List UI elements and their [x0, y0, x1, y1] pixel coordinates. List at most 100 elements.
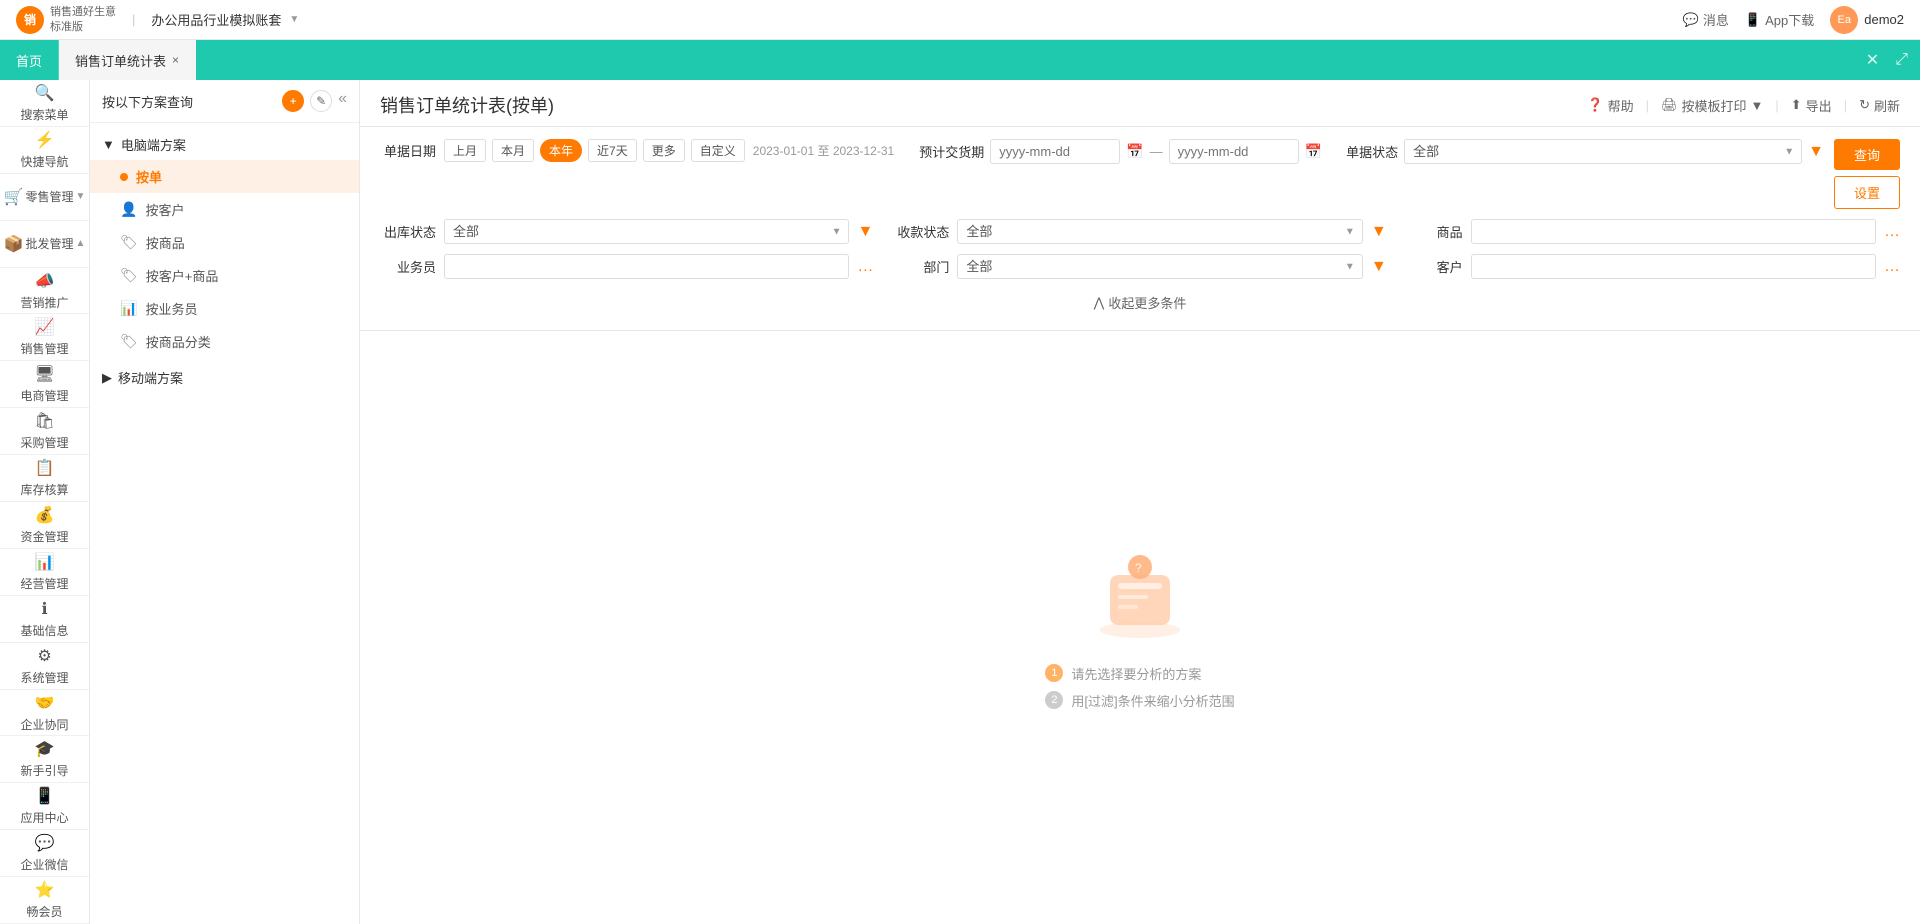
template-print-button[interactable]: 🖨 按模板打印 ▼ [1661, 96, 1763, 115]
app-download-icon: 📱 [1745, 12, 1761, 28]
sidebar-item-wholesale[interactable]: 📦 批发管理 ▲ [0, 221, 89, 268]
delivery-status-label: 出库状态 [380, 222, 436, 241]
tree-item-by-product-category[interactable]: 🏷 按商品分类 [90, 325, 359, 358]
custom-date-btn[interactable]: 自定义 [691, 139, 745, 162]
product-more-dots[interactable]: … [1884, 223, 1900, 241]
sidebar-item-app-center[interactable]: 📱 应用中心 [0, 783, 89, 830]
user-area[interactable]: Ea demo2 [1830, 6, 1904, 34]
salesman-chart-icon: 📊 [120, 300, 137, 317]
status-more-icon[interactable]: ▼ [1808, 143, 1824, 161]
tab-home[interactable]: 首页 [0, 40, 59, 80]
nav-tabs: 首页 销售订单统计表 × ✕ ⤢ [0, 40, 1920, 80]
last7days-btn[interactable]: 近7天 [588, 139, 637, 162]
delivery-status-dropdown-icon[interactable]: ▼ [857, 223, 873, 241]
empty-svg: ? [1080, 545, 1200, 645]
member-icon: ⭐ [35, 880, 55, 900]
customer-input[interactable] [1471, 254, 1876, 279]
top-bar-left: 销 销售通好生意 标准版 | 办公用品行业模拟账套 ▼ [16, 5, 299, 34]
left-panel-actions: + ✎ « [282, 90, 347, 112]
window-close-icon[interactable]: ✕ [1862, 46, 1883, 74]
payment-status-select[interactable]: 全部 未收款 部分收款 已收款 [957, 219, 1362, 244]
this-month-btn[interactable]: 本月 [492, 139, 534, 162]
action-buttons: 查询 设置 [1834, 139, 1900, 209]
app-title-dropdown-icon[interactable]: ▼ [289, 14, 299, 25]
tab-close-icon[interactable]: × [172, 53, 179, 67]
message-icon: 💬 [1683, 12, 1699, 28]
calendar-start-icon[interactable]: 📅 [1126, 143, 1143, 160]
status-select[interactable]: 全部 待审核 已审核 已关闭 [1404, 139, 1802, 164]
settings-button[interactable]: 设置 [1834, 176, 1900, 209]
print-icon: 🖨 [1661, 97, 1678, 113]
sidebar-item-system[interactable]: ⚙ 系统管理 [0, 643, 89, 690]
sidebar-item-quick-nav[interactable]: ⚡ 快捷导航 [0, 127, 89, 174]
sidebar-item-retail[interactable]: 🛒 零售管理 ▼ [0, 174, 89, 221]
calendar-end-icon[interactable]: 📅 [1305, 143, 1322, 160]
tree-parent-mobile[interactable]: ▶ 移动端方案 [90, 362, 359, 393]
app-download-button[interactable]: 📱 App下载 [1745, 10, 1814, 29]
sidebar-item-wechat[interactable]: 💬 企业微信 [0, 830, 89, 877]
search-icon: 🔍 [35, 83, 55, 103]
left-panel-header: 按以下方案查询 + ✎ « [90, 80, 359, 123]
edit-scheme-button[interactable]: ✎ [310, 90, 332, 112]
expected-delivery-input-group: 📅 — 📅 [990, 139, 1322, 164]
product-input[interactable] [1471, 219, 1876, 244]
sidebar-item-purchase[interactable]: 🛍 采购管理 [0, 408, 89, 455]
sidebar-item-marketing[interactable]: 📣 营销推广 [0, 268, 89, 315]
query-button[interactable]: 查询 [1834, 139, 1900, 170]
user-name: demo2 [1864, 12, 1904, 27]
sidebar-item-guide[interactable]: 🎓 新手引导 [0, 736, 89, 783]
payment-status-label: 收款状态 [893, 222, 949, 241]
product-category-icon: 🏷 [120, 333, 138, 350]
wholesale-icon: 📦 [4, 234, 24, 254]
tree-item-by-order[interactable]: 按单 [90, 160, 359, 193]
payment-status-dropdown-icon[interactable]: ▼ [1371, 223, 1387, 241]
tree-item-by-customer[interactable]: 👤 按客户 [90, 193, 359, 226]
salesman-more-dots[interactable]: … [857, 258, 873, 276]
top-bar: 销 销售通好生意 标准版 | 办公用品行业模拟账套 ▼ 💬 消息 📱 App下载… [0, 0, 1920, 40]
tab-sales-order-stats[interactable]: 销售订单统计表 × [59, 40, 196, 80]
sidebar-item-enterprise[interactable]: 🤝 企业协同 [0, 690, 89, 737]
sidebar-item-sales[interactable]: 📈 销售管理 [0, 314, 89, 361]
delivery-status-select[interactable]: 全部 未出库 部分出库 已出库 [444, 219, 849, 244]
sidebar-item-member[interactable]: ⭐ 畅会员 [0, 877, 89, 924]
expected-delivery-end-input[interactable] [1169, 139, 1299, 164]
this-year-btn[interactable]: 本年 [540, 139, 582, 162]
logo-text: 销售通好生意 标准版 [50, 5, 116, 34]
user-avatar: Ea [1830, 6, 1858, 34]
refresh-button[interactable]: ↻ 刷新 [1859, 96, 1900, 115]
sidebar-item-search[interactable]: 🔍 搜索菜单 [0, 80, 89, 127]
sidebar-item-basic-info[interactable]: ℹ 基础信息 [0, 596, 89, 643]
sales-icon: 📈 [35, 317, 55, 337]
customer-more-dots[interactable]: … [1884, 258, 1900, 276]
guide-icon: 🎓 [35, 739, 55, 759]
mobile-expand-icon: ▶ [102, 370, 112, 386]
sidebar-item-business[interactable]: 📊 经营管理 [0, 549, 89, 596]
sidebar-item-finance[interactable]: 💰 资金管理 [0, 502, 89, 549]
department-label: 部门 [893, 257, 949, 276]
template-print-dropdown-icon: ▼ [1751, 98, 1764, 113]
window-maximize-icon[interactable]: ⤢ [1891, 47, 1912, 73]
customer-label: 客户 [1407, 257, 1463, 276]
logo-icon: 销 [16, 6, 44, 34]
department-dropdown-icon[interactable]: ▼ [1371, 258, 1387, 276]
export-button[interactable]: ⬆ 导出 [1791, 96, 1832, 115]
sidebar-item-inventory[interactable]: 📋 库存核算 [0, 455, 89, 502]
tree-parent-pc[interactable]: ▼ 电脑端方案 [90, 129, 359, 160]
department-select[interactable]: 全部 [957, 254, 1362, 279]
status-select-wrapper: 全部 待审核 已审核 已关闭 [1404, 139, 1802, 164]
tree-item-by-customer-product[interactable]: 🏷 按客户+商品 [90, 259, 359, 292]
message-button[interactable]: 💬 消息 [1683, 10, 1729, 29]
last-month-btn[interactable]: 上月 [444, 139, 486, 162]
sidebar-item-ecommerce[interactable]: 🖥 电商管理 [0, 361, 89, 408]
collapse-panel-button[interactable]: « [338, 90, 347, 112]
add-scheme-button[interactable]: + [282, 90, 304, 112]
content-area: 按以下方案查询 + ✎ « ▼ 电脑端方案 按单 [90, 80, 1920, 924]
more-date-btn[interactable]: 更多 [643, 139, 685, 162]
tree-item-by-salesman[interactable]: 📊 按业务员 [90, 292, 359, 325]
salesman-input[interactable] [444, 254, 849, 279]
filter-row-2: 出库状态 全部 未出库 部分出库 已出库 ▼ 收款状态 [380, 219, 1900, 244]
tree-item-by-product[interactable]: 🏷 按商品 [90, 226, 359, 259]
help-button[interactable]: ❓ 帮助 [1587, 96, 1633, 115]
expected-delivery-start-input[interactable] [990, 139, 1120, 164]
collapse-filters-button[interactable]: ⋀ 收起更多条件 [1094, 293, 1187, 312]
